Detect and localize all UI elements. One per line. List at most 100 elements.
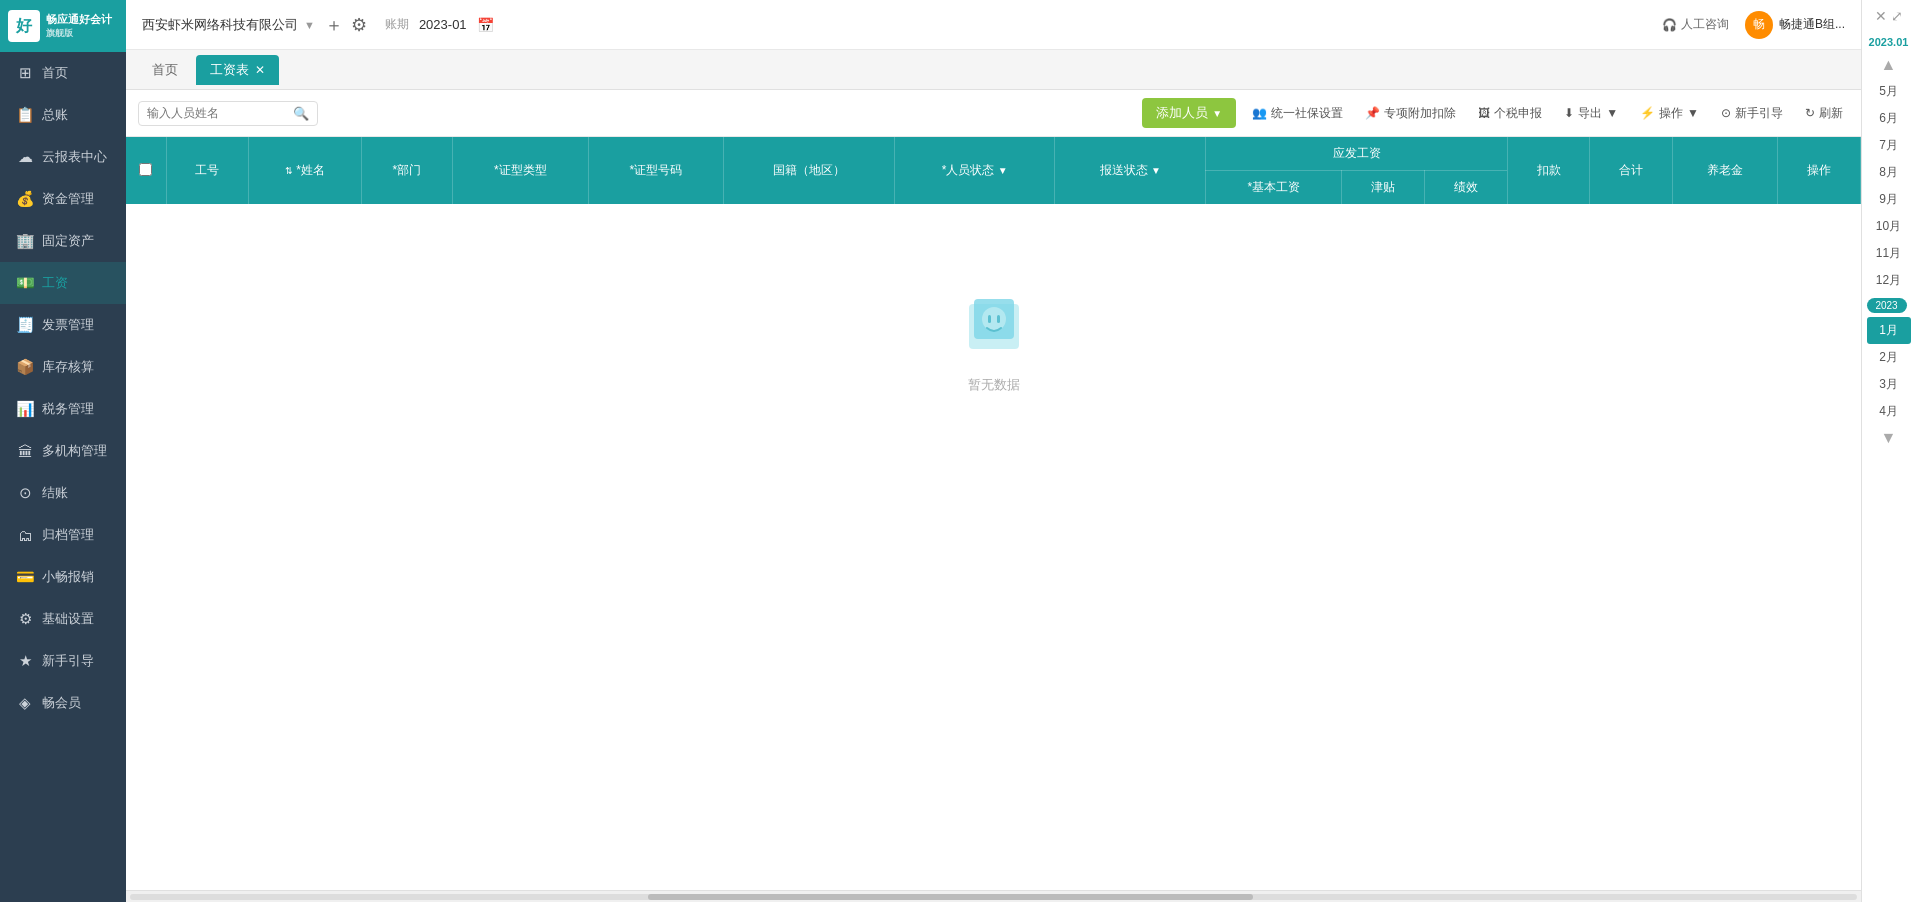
expense-icon: 💳 <box>16 568 34 586</box>
social-security-btn[interactable]: 👥 统一社保设置 <box>1246 101 1349 126</box>
sidebar-label-cloud-report: 云报表中心 <box>42 148 107 166</box>
tax-icon: 📊 <box>16 400 34 418</box>
tab-salary[interactable]: 工资表 ✕ <box>196 55 279 85</box>
month-item-2023-1[interactable]: 1月 <box>1867 317 1911 344</box>
sidebar-label-fund: 资金管理 <box>42 190 94 208</box>
right-panel: ✕ ⤢ 2023.01 ▲ 5月6月7月8月9月10月11月12月20231月2… <box>1861 0 1915 902</box>
sidebar-item-tax[interactable]: 📊 税务管理 <box>0 388 126 430</box>
month-item-2022-12[interactable]: 12月 <box>1867 267 1911 294</box>
user-section: 畅 畅捷通B组... <box>1745 11 1845 39</box>
personal-tax-btn[interactable]: 🖼 个税申报 <box>1472 101 1548 126</box>
month-item-2022-8[interactable]: 8月 <box>1867 159 1911 186</box>
sidebar-item-expense[interactable]: 💳 小畅报销 <box>0 556 126 598</box>
add-company-icon[interactable]: ＋ <box>325 13 343 37</box>
add-person-button[interactable]: 添加人员 ▼ <box>1142 98 1236 128</box>
th-report-status: 报送状态 ▼ <box>1055 137 1206 204</box>
export-btn[interactable]: ⬇ 导出 ▼ <box>1558 101 1624 126</box>
month-item-2022-9[interactable]: 9月 <box>1867 186 1911 213</box>
export-icon: ⬇ <box>1564 106 1574 120</box>
app-edition: 旗舰版 <box>46 27 112 40</box>
operations-btn[interactable]: ⚡ 操作 ▼ <box>1634 101 1705 126</box>
month-item-2022-10[interactable]: 10月 <box>1867 213 1911 240</box>
headset-icon: 🎧 <box>1662 18 1677 32</box>
sidebar-item-guide[interactable]: ★ 新手引导 <box>0 640 126 682</box>
search-icon: 🔍 <box>293 106 309 121</box>
refresh-btn[interactable]: ↻ 刷新 <box>1799 101 1849 126</box>
invoice-icon: 🧾 <box>16 316 34 334</box>
table-container: 工号 ⇅ *姓名 *部门 *证型类型 *证型号码 国籍（地区） *人员状态 ▼ … <box>126 137 1861 890</box>
sidebar-item-inventory[interactable]: 📦 库存核算 <box>0 346 126 388</box>
rp-close-icon[interactable]: ✕ <box>1875 8 1887 24</box>
search-input[interactable] <box>147 106 287 120</box>
ops-chevron-icon: ▼ <box>1687 106 1699 120</box>
sidebar-label-guide: 新手引导 <box>42 652 94 670</box>
help-button[interactable]: 🎧 人工咨询 <box>1662 16 1729 33</box>
month-item-2022-6[interactable]: 6月 <box>1867 105 1911 132</box>
sidebar-item-salary[interactable]: 💵 工资 <box>0 262 126 304</box>
th-name: ⇅ *姓名 <box>249 137 361 204</box>
th-checkbox <box>126 137 166 204</box>
sidebar-item-fixed-assets[interactable]: 🏢 固定资产 <box>0 220 126 262</box>
rp-top-actions: ✕ ⤢ <box>1871 4 1907 32</box>
svg-rect-4 <box>997 315 1000 323</box>
special-deduction-btn[interactable]: 📌 专项附加扣除 <box>1359 101 1462 126</box>
rp-down-icon[interactable]: ▼ <box>1877 425 1901 451</box>
home-icon: ⊞ <box>16 64 34 82</box>
tab-close-icon[interactable]: ✕ <box>255 63 265 77</box>
calendar-icon[interactable]: 📅 <box>477 17 494 33</box>
th-allowance: 津贴 <box>1342 171 1425 205</box>
multi-org-icon: 🏛 <box>16 443 34 460</box>
sidebar-item-member[interactable]: ◈ 畅会员 <box>0 682 126 724</box>
th-region: 国籍（地区） <box>724 137 895 204</box>
month-item-2022-5[interactable]: 5月 <box>1867 78 1911 105</box>
sort-icon: ⇅ <box>285 166 293 176</box>
tab-home[interactable]: 首页 <box>138 55 192 85</box>
close-icon: ⊙ <box>16 484 34 502</box>
sidebar-item-home[interactable]: ⊞ 首页 <box>0 52 126 94</box>
guide-btn[interactable]: ⊙ 新手引导 <box>1715 101 1789 126</box>
deduction-label: 专项附加扣除 <box>1384 105 1456 122</box>
sidebar-label-multi-org: 多机构管理 <box>42 442 107 460</box>
cloud-report-icon: ☁ <box>16 148 34 166</box>
month-item-2023-2[interactable]: 2月 <box>1867 344 1911 371</box>
report-status-filter-icon[interactable]: ▼ <box>1151 165 1161 176</box>
month-item-2022-11[interactable]: 11月 <box>1867 240 1911 267</box>
th-performance: 绩效 <box>1424 171 1507 205</box>
person-status-filter-icon[interactable]: ▼ <box>998 165 1008 176</box>
select-all-checkbox[interactable] <box>139 163 152 176</box>
sidebar-label-expense: 小畅报销 <box>42 568 94 586</box>
month-item-2023-4[interactable]: 4月 <box>1867 398 1911 425</box>
month-item-2022-7[interactable]: 7月 <box>1867 132 1911 159</box>
sidebar-label-close: 结账 <box>42 484 68 502</box>
sidebar-item-invoice[interactable]: 🧾 发票管理 <box>0 304 126 346</box>
tabbar: 首页 工资表 ✕ <box>126 50 1861 90</box>
th-base-salary: *基本工资 <box>1206 171 1342 205</box>
sidebar-item-fund[interactable]: 💰 资金管理 <box>0 178 126 220</box>
month-item-2023-3[interactable]: 3月 <box>1867 371 1911 398</box>
social-icon: 👥 <box>1252 106 1267 120</box>
company-selector[interactable]: 西安虾米网络科技有限公司 ▼ <box>142 16 315 34</box>
empty-icon <box>954 284 1034 364</box>
settings-icon[interactable]: ⚙ <box>351 14 367 36</box>
fixed-assets-icon: 🏢 <box>16 232 34 250</box>
add-person-label: 添加人员 <box>1156 104 1208 122</box>
scroll-bar[interactable] <box>126 890 1861 902</box>
sidebar-item-archive[interactable]: 🗂 归档管理 <box>0 514 126 556</box>
sidebar-label-member: 畅会员 <box>42 694 81 712</box>
app-logo: 好 畅应通好会计 旗舰版 <box>0 0 126 52</box>
sidebar-item-cloud-report[interactable]: ☁ 云报表中心 <box>0 136 126 178</box>
sidebar-item-basic[interactable]: ⚙ 基础设置 <box>0 598 126 640</box>
sidebar-item-ledger[interactable]: 📋 总账 <box>0 94 126 136</box>
sidebar-item-multi-org[interactable]: 🏛 多机构管理 <box>0 430 126 472</box>
user-name[interactable]: 畅捷通B组... <box>1779 16 1845 33</box>
rp-expand-icon[interactable]: ⤢ <box>1891 8 1903 28</box>
social-label: 统一社保设置 <box>1271 105 1343 122</box>
scroll-track <box>130 894 1857 900</box>
ops-icon: ⚡ <box>1640 106 1655 120</box>
tab-home-label: 首页 <box>152 62 178 77</box>
refresh-label: 刷新 <box>1819 105 1843 122</box>
sidebar: 好 畅应通好会计 旗舰版 ⊞ 首页 📋 总账 ☁ 云报表中心 💰 资金管理 🏢 … <box>0 0 126 902</box>
rp-up-icon[interactable]: ▲ <box>1877 52 1901 78</box>
sidebar-item-close[interactable]: ⊙ 结账 <box>0 472 126 514</box>
archive-icon: 🗂 <box>16 527 34 544</box>
